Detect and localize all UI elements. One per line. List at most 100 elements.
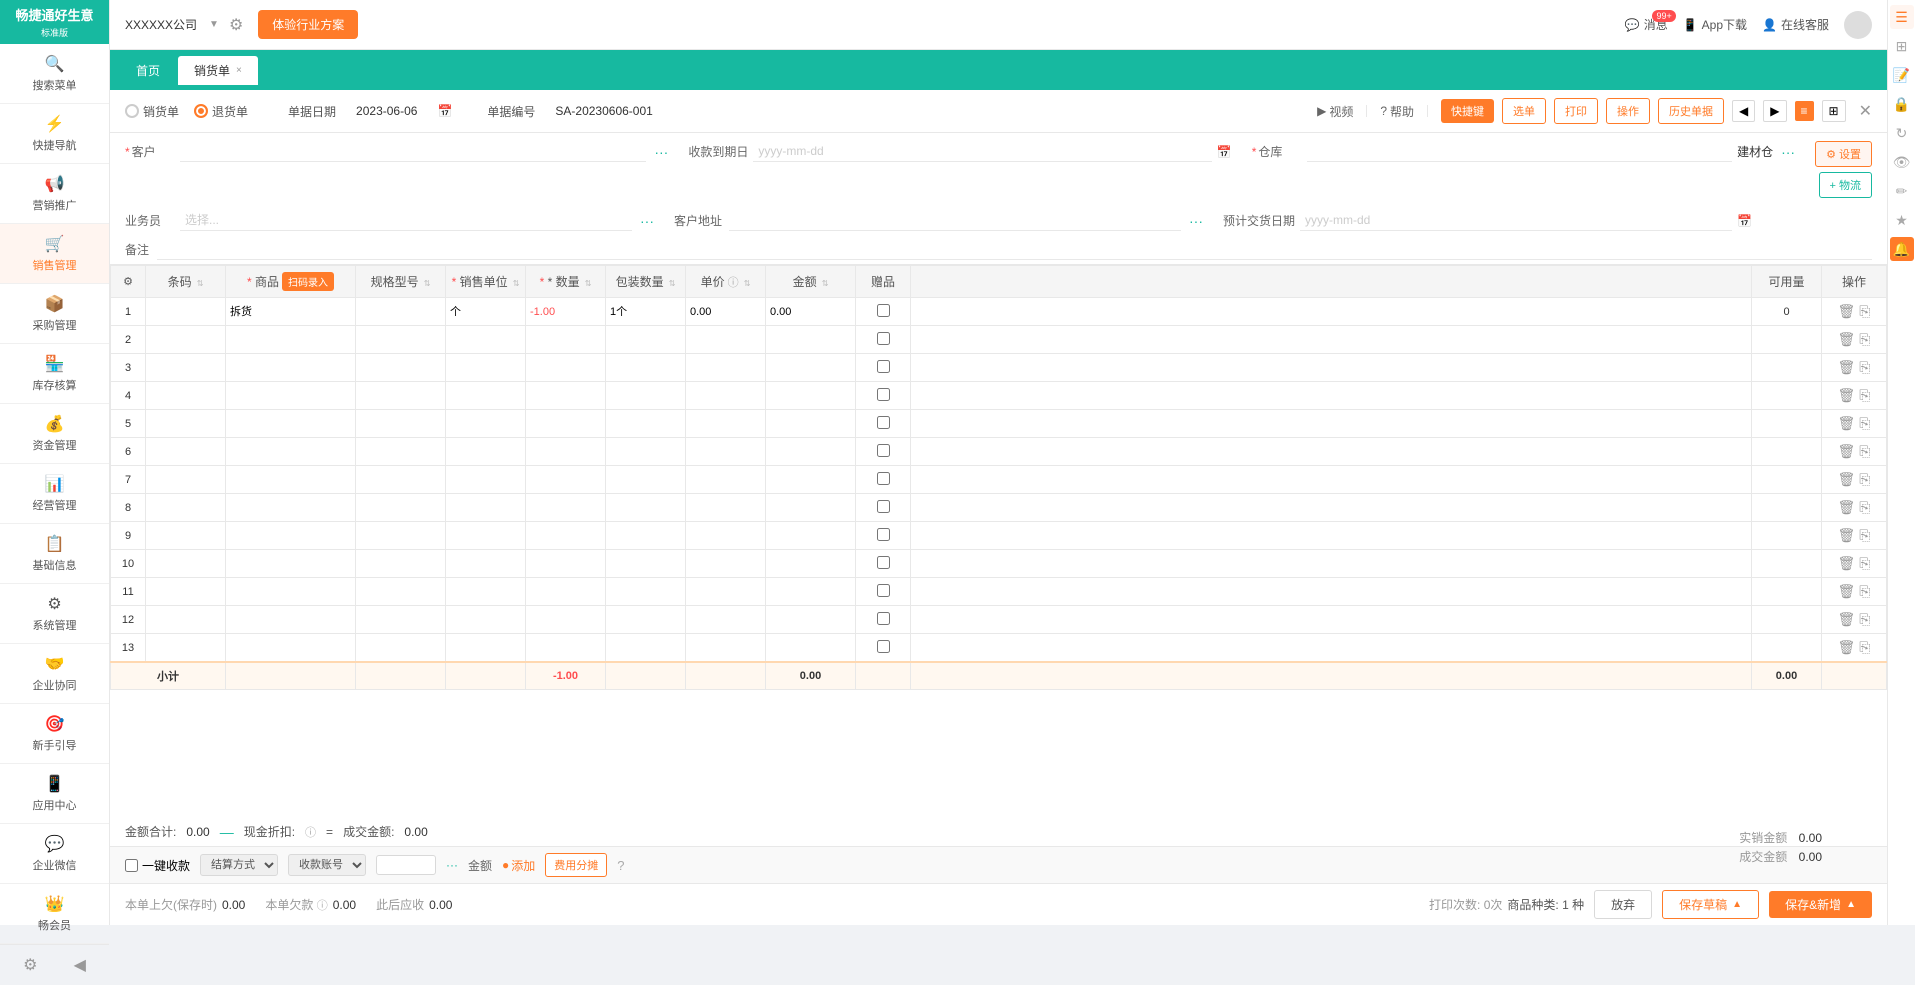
calendar-icon[interactable]: 📅 (437, 104, 452, 118)
payment-amount-input[interactable] (376, 855, 436, 875)
row-pkgqty[interactable] (606, 326, 686, 354)
save-dropdown-arrow[interactable]: ▲ (1846, 899, 1856, 910)
row-gift[interactable] (856, 326, 911, 354)
rs-eye-icon[interactable]: 👁 (1890, 150, 1914, 174)
payment-date-cal[interactable]: 📅 (1217, 145, 1232, 159)
row-delete-button[interactable]: 🗑 (1838, 471, 1856, 488)
row-amount[interactable] (766, 410, 856, 438)
row-amount[interactable] (766, 550, 856, 578)
expected-delivery-cal[interactable]: 📅 (1737, 214, 1752, 228)
row-unit[interactable] (446, 410, 526, 438)
radio-return[interactable]: 退货单 (194, 103, 248, 120)
dots-icon[interactable]: ··· (446, 858, 458, 872)
row-delete-button[interactable]: 🗑 (1838, 499, 1856, 516)
row-unit[interactable] (446, 466, 526, 494)
row-spec[interactable] (356, 466, 446, 494)
row-delete-button[interactable]: 🗑 (1838, 303, 1856, 320)
sort-spec[interactable]: ⇅ (424, 279, 431, 288)
row-spec[interactable] (356, 298, 446, 326)
layout-list-button[interactable]: ≡ (1795, 101, 1814, 121)
expense-button[interactable]: 费用分摊 (545, 853, 607, 877)
company-selector[interactable]: XXXXXX公司 ▼ (125, 16, 219, 33)
rs-pencil-icon[interactable]: ✏ (1890, 179, 1914, 203)
row-price[interactable] (686, 578, 766, 606)
history-button[interactable]: 历史单据 (1658, 98, 1724, 124)
save-draft-button[interactable]: 保存草稿 ▲ (1662, 890, 1759, 919)
sidebar-item-appstore[interactable]: 📱 应用中心 (0, 764, 109, 824)
row-barcode[interactable] (146, 550, 226, 578)
sidebar-item-coop[interactable]: 🤝 企业协同 (0, 644, 109, 704)
row-gift[interactable] (856, 634, 911, 663)
row-spec[interactable] (356, 354, 446, 382)
row-price[interactable] (686, 326, 766, 354)
customer-input[interactable] (180, 141, 646, 162)
address-dots[interactable]: ··· (1189, 213, 1203, 229)
row-qty[interactable] (526, 326, 606, 354)
tab-sale-order[interactable]: 销货单 × (178, 56, 258, 85)
settlement-select[interactable]: 结算方式 (200, 854, 278, 876)
row-pkgqty[interactable] (606, 606, 686, 634)
row-amount[interactable] (766, 494, 856, 522)
one-click-checkbox[interactable] (125, 859, 138, 872)
sidebar-item-marketing[interactable]: 📢 营销推广 (0, 164, 109, 224)
row-qty[interactable] (526, 522, 606, 550)
sort-barcode[interactable]: ⇅ (197, 279, 204, 288)
th-settings[interactable]: ⚙ (111, 266, 146, 298)
select-button[interactable]: 选单 (1502, 98, 1546, 124)
price-info-icon[interactable]: ⓘ (728, 277, 739, 289)
row-barcode[interactable] (146, 298, 226, 326)
row-price[interactable] (686, 410, 766, 438)
row-delete-button[interactable]: 🗑 (1838, 583, 1856, 600)
sidebar-collapse-icon[interactable]: ◀ (74, 955, 86, 975)
row-unit[interactable] (446, 326, 526, 354)
row-spec[interactable] (356, 578, 446, 606)
account-select[interactable]: 收款账号 (288, 854, 366, 876)
row-copy-button[interactable]: ⎘ (1859, 471, 1870, 488)
row-delete-button[interactable]: 🗑 (1838, 415, 1856, 432)
row-unit[interactable] (446, 578, 526, 606)
row-product[interactable] (226, 634, 356, 663)
row-barcode[interactable] (146, 410, 226, 438)
row-amount[interactable] (766, 326, 856, 354)
row-qty[interactable] (526, 354, 606, 382)
row-amount[interactable] (766, 522, 856, 550)
notes-input[interactable] (157, 239, 1872, 260)
row-spec[interactable] (356, 410, 446, 438)
row-copy-button[interactable]: ⎘ (1859, 499, 1870, 516)
row-pkgqty[interactable] (606, 550, 686, 578)
online-service-item[interactable]: 👤 在线客服 (1762, 16, 1829, 33)
expected-delivery-input[interactable] (1300, 210, 1732, 231)
rs-lock-icon[interactable]: 🔒 (1890, 92, 1914, 116)
row-price[interactable] (686, 354, 766, 382)
row-qty[interactable] (526, 606, 606, 634)
layout-grid-button[interactable]: ⊞ (1822, 100, 1846, 122)
row-unit[interactable] (446, 354, 526, 382)
sidebar-item-vip[interactable]: 👑 畅会员 (0, 884, 109, 944)
row-gift[interactable] (856, 410, 911, 438)
sidebar-settings-icon[interactable]: ⚙ (23, 955, 37, 975)
sidebar-search[interactable]: 🔍 搜索菜单 (0, 44, 109, 104)
row-qty[interactable] (526, 494, 606, 522)
row-price[interactable] (686, 494, 766, 522)
row-barcode[interactable] (146, 578, 226, 606)
row-pkgqty[interactable] (606, 410, 686, 438)
add-payment-button[interactable]: ● 添加 (502, 857, 535, 874)
row-qty[interactable] (526, 578, 606, 606)
setting-button[interactable]: ⚙ 设置 (1815, 141, 1872, 167)
row-qty[interactable] (526, 298, 606, 326)
row-copy-button[interactable]: ⎘ (1859, 555, 1870, 572)
sidebar-item-purchase[interactable]: 📦 采购管理 (0, 284, 109, 344)
row-product[interactable] (226, 438, 356, 466)
row-product[interactable] (226, 410, 356, 438)
row-price[interactable] (686, 298, 766, 326)
shortcut-button[interactable]: 快捷键 (1441, 99, 1494, 123)
warehouse-input[interactable] (1307, 141, 1732, 162)
row-gift[interactable] (856, 494, 911, 522)
row-spec[interactable] (356, 326, 446, 354)
row-copy-button[interactable]: ⎘ (1859, 359, 1870, 376)
row-copy-button[interactable]: ⎘ (1859, 415, 1870, 432)
row-delete-button[interactable]: 🗑 (1838, 555, 1856, 572)
row-amount[interactable] (766, 382, 856, 410)
row-gift[interactable] (856, 298, 911, 326)
row-pkgqty[interactable] (606, 578, 686, 606)
